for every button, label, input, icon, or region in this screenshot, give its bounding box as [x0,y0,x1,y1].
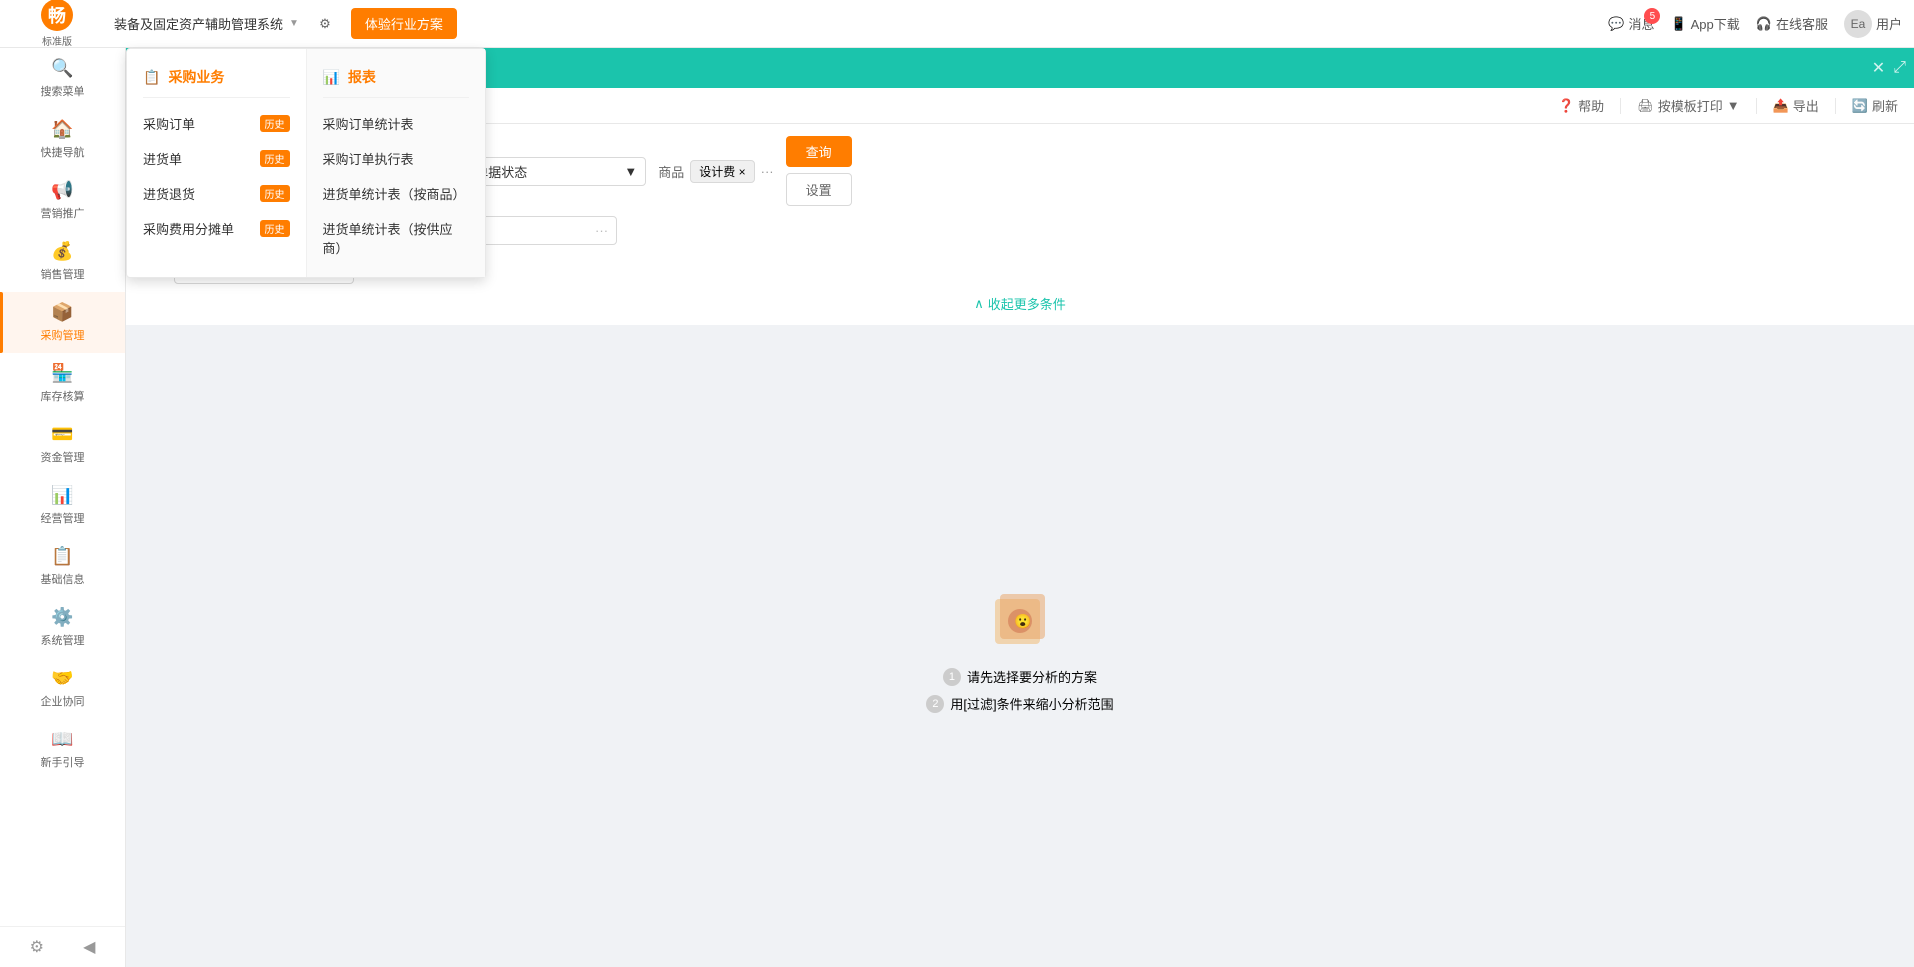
purchase-biz-icon: 📋 [143,69,160,86]
history-badge: 历史 [260,115,290,132]
settings-icon-btn[interactable]: ⚙ [311,10,339,38]
message-icon: 💬 [1608,16,1624,32]
dropdown-divider-left [143,97,290,98]
dropdown-left-header: 📋 采购业务 [127,61,306,97]
user-avatar: Ea [1844,10,1872,38]
logo-subtext: 标准版 [42,33,72,48]
purchase-dropdown-menu: 📋 采购业务 采购订单历史进货单历史进货退货历史采购费用分摊单历史 📊 报表 采… [126,48,486,278]
industry-button[interactable]: 体验行业方案 [351,8,457,39]
dropdown-right-header: 📊 报表 [307,61,486,97]
title-dropdown-arrow[interactable]: ▼ [289,18,299,29]
dropdown-left-col: 📋 采购业务 采购订单历史进货单历史进货退货历史采购费用分摊单历史 [127,49,306,277]
dropdown-right-col: 📊 报表 采购订单统计表采购订单执行表进货单统计表（按商品）进货单统计表（按供应… [306,49,486,277]
history-badge: 历史 [260,150,290,167]
dropdown-item-label: 采购订单 [143,114,195,133]
online-service-btn[interactable]: 🎧 在线客服 [1756,14,1828,33]
dropdown-right-item-进货单统计表-按商品-[interactable]: 进货单统计表（按商品） [307,176,486,211]
history-badge: 历史 [260,220,290,237]
dropdown-item-label: 进货退货 [143,184,195,203]
headset-icon: 🎧 [1756,16,1772,32]
dropdown-right-item-采购订单执行表[interactable]: 采购订单执行表 [307,141,486,176]
system-title-text: 装备及固定资产辅助管理系统 [114,14,283,33]
dropdown-item-进货单[interactable]: 进货单 历史 [127,141,306,176]
report-icon: 📊 [323,69,340,86]
dropdown-right-item-采购订单统计表[interactable]: 采购订单统计表 [307,106,486,141]
dropdown-divider-right [323,97,470,98]
dropdown-item-label: 进货单 [143,149,182,168]
dropdown-item-label: 采购费用分摊单 [143,219,234,238]
top-right-area: 💬 消息 5 📱 App下载 🎧 在线客服 Ea 用户 [1608,10,1902,38]
dropdown-right-item-进货单统计表-按供应商-[interactable]: 进货单统计表（按供应商） [307,211,486,265]
app-download-btn[interactable]: 📱 App下载 [1670,14,1739,33]
message-badge: 5 [1644,8,1660,24]
message-btn[interactable]: 💬 消息 5 [1608,14,1654,33]
dropdown-item-进货退货[interactable]: 进货退货 历史 [127,176,306,211]
user-menu-btn[interactable]: Ea 用户 [1844,10,1902,38]
logo-icon: 畅 [41,0,73,31]
dropdown-item-采购订单[interactable]: 采购订单 历史 [127,106,306,141]
history-badge: 历史 [260,185,290,202]
phone-icon: 📱 [1670,16,1686,32]
system-title[interactable]: 装备及固定资产辅助管理系统 ▼ [114,14,299,33]
logo-area: 畅 标准版 [12,0,102,48]
dropdown-item-采购费用分摊单[interactable]: 采购费用分摊单 历史 [127,211,306,246]
